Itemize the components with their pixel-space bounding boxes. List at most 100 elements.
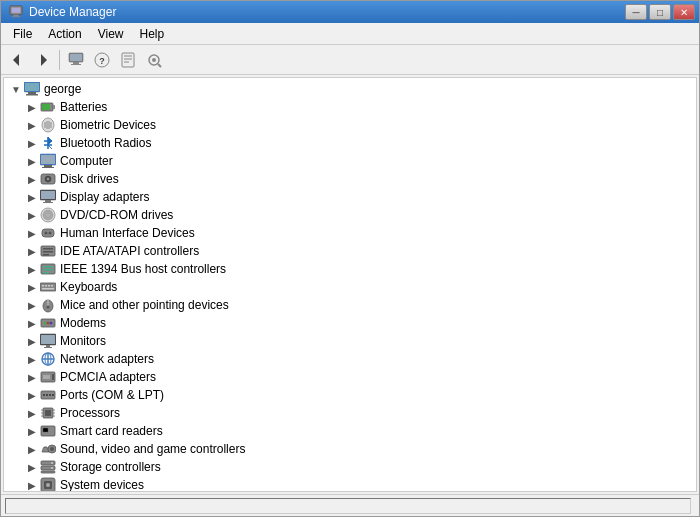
forward-button[interactable]: [31, 48, 55, 72]
menu-file[interactable]: File: [5, 25, 40, 43]
tree-root: ▼ george ▶ Batteries ▶Biometric Devices▶Bl…: [4, 78, 696, 492]
item-icon: [40, 441, 56, 457]
item-icon: [40, 387, 56, 403]
item-expander[interactable]: ▶: [24, 207, 40, 223]
properties-icon: [120, 52, 136, 68]
svg-rect-98: [43, 428, 48, 432]
computer-icon: [68, 52, 84, 68]
item-icon: [40, 135, 56, 151]
item-label: Batteries: [60, 100, 107, 114]
computer-icon: [24, 81, 40, 97]
svg-rect-49: [42, 229, 54, 237]
item-label: Smart card readers: [60, 424, 163, 438]
scan-icon: [146, 52, 162, 68]
svg-rect-64: [51, 285, 53, 287]
item-expander[interactable]: ▶: [24, 423, 40, 439]
tree-item[interactable]: ▶ Smart card readers: [4, 422, 696, 440]
device-tree[interactable]: ▼ george ▶ Batteries ▶Biometric Devices▶Bl…: [3, 77, 697, 492]
root-expander[interactable]: ▼: [8, 81, 24, 97]
svg-rect-44: [43, 202, 53, 203]
item-expander[interactable]: ▶: [24, 243, 40, 259]
tree-item[interactable]: ▶PCMCIA adapters: [4, 368, 696, 386]
back-icon: [9, 52, 25, 68]
item-expander[interactable]: ▶: [24, 351, 40, 367]
tree-item[interactable]: ▶Display adapters: [4, 188, 696, 206]
item-expander[interactable]: ▶: [24, 117, 40, 133]
item-expander[interactable]: ▶: [24, 261, 40, 277]
back-button[interactable]: [5, 48, 29, 72]
svg-marker-4: [13, 54, 19, 66]
tree-items-container: ▶ Batteries ▶Biometric Devices▶Bluetooth R…: [4, 98, 696, 492]
item-expander[interactable]: ▶: [24, 225, 40, 241]
item-label: Ports (COM & LPT): [60, 388, 164, 402]
title-bar-left: Device Manager: [9, 5, 116, 19]
help-button[interactable]: ?: [90, 48, 114, 72]
tree-item[interactable]: ▶ Ports (COM & LPT): [4, 386, 696, 404]
maximize-button[interactable]: □: [649, 4, 671, 20]
scan-button[interactable]: [142, 48, 166, 72]
item-expander[interactable]: ▶: [24, 153, 40, 169]
item-expander[interactable]: ▶: [24, 369, 40, 385]
tree-root-item[interactable]: ▼ george: [4, 80, 696, 98]
tree-item[interactable]: ▶ Human Interface Devices: [4, 224, 696, 242]
tree-item[interactable]: ▶Computer: [4, 152, 696, 170]
tree-item[interactable]: ▶ Batteries: [4, 98, 696, 116]
item-expander[interactable]: ▶: [24, 315, 40, 331]
computer-button[interactable]: [64, 48, 88, 72]
tree-item[interactable]: ▶ Processors: [4, 404, 696, 422]
device-manager-window: Device Manager ─ □ ✕ File Action View He…: [0, 0, 700, 517]
menu-view[interactable]: View: [90, 25, 132, 43]
tree-item[interactable]: ▶Modems: [4, 314, 696, 332]
menu-bar: File Action View Help: [1, 23, 699, 45]
svg-point-48: [47, 214, 49, 216]
tree-item[interactable]: ▶Sound, video and game controllers: [4, 440, 696, 458]
title-buttons: ─ □ ✕: [625, 4, 695, 20]
item-icon: [40, 279, 56, 295]
item-expander[interactable]: ▶: [24, 171, 40, 187]
item-icon: [40, 207, 56, 223]
tree-item[interactable]: ▶Biometric Devices: [4, 116, 696, 134]
tree-item[interactable]: ▶Storage controllers: [4, 458, 696, 476]
tree-item[interactable]: ▶DVD/CD-ROM drives: [4, 206, 696, 224]
item-label: Human Interface Devices: [60, 226, 195, 240]
item-expander[interactable]: ▶: [24, 99, 40, 115]
tree-item[interactable]: ▶Monitors: [4, 332, 696, 350]
properties-button[interactable]: [116, 48, 140, 72]
close-button[interactable]: ✕: [673, 4, 695, 20]
item-expander[interactable]: ▶: [24, 135, 40, 151]
tree-item[interactable]: ▶System devices: [4, 476, 696, 492]
item-icon: [40, 369, 56, 385]
tree-item[interactable]: ▶ IEEE 1394 Bus host controllers: [4, 260, 696, 278]
tree-item[interactable]: ▶IDE ATA/ATAPI controllers: [4, 242, 696, 260]
item-expander[interactable]: ▶: [24, 459, 40, 475]
item-expander[interactable]: ▶: [24, 387, 40, 403]
tree-item[interactable]: ▶Bluetooth Radios: [4, 134, 696, 152]
item-expander[interactable]: ▶: [24, 333, 40, 349]
item-label: IEEE 1394 Bus host controllers: [60, 262, 226, 276]
svg-rect-3: [12, 16, 21, 17]
svg-rect-104: [41, 471, 55, 473]
item-expander[interactable]: ▶: [24, 405, 40, 421]
item-expander[interactable]: ▶: [24, 279, 40, 295]
tree-item[interactable]: ▶Mice and other pointing devices: [4, 296, 696, 314]
svg-point-88: [52, 394, 54, 396]
item-icon: [40, 243, 56, 259]
minimize-button[interactable]: ─: [625, 4, 647, 20]
menu-action[interactable]: Action: [40, 25, 89, 43]
svg-rect-90: [45, 410, 51, 416]
tree-item[interactable]: ▶Network adapters: [4, 350, 696, 368]
item-expander[interactable]: ▶: [24, 477, 40, 492]
item-expander[interactable]: ▶: [24, 189, 40, 205]
svg-rect-63: [48, 285, 50, 287]
menu-help[interactable]: Help: [132, 25, 173, 43]
svg-rect-83: [43, 375, 50, 379]
item-icon: [40, 297, 56, 313]
item-icon: [40, 99, 56, 115]
svg-rect-43: [45, 200, 51, 202]
item-expander[interactable]: ▶: [24, 441, 40, 457]
item-label: Processors: [60, 406, 120, 420]
item-expander[interactable]: ▶: [24, 297, 40, 313]
tree-item[interactable]: ▶Disk drives: [4, 170, 696, 188]
tree-item[interactable]: ▶Keyboards: [4, 278, 696, 296]
svg-rect-60: [40, 283, 56, 291]
